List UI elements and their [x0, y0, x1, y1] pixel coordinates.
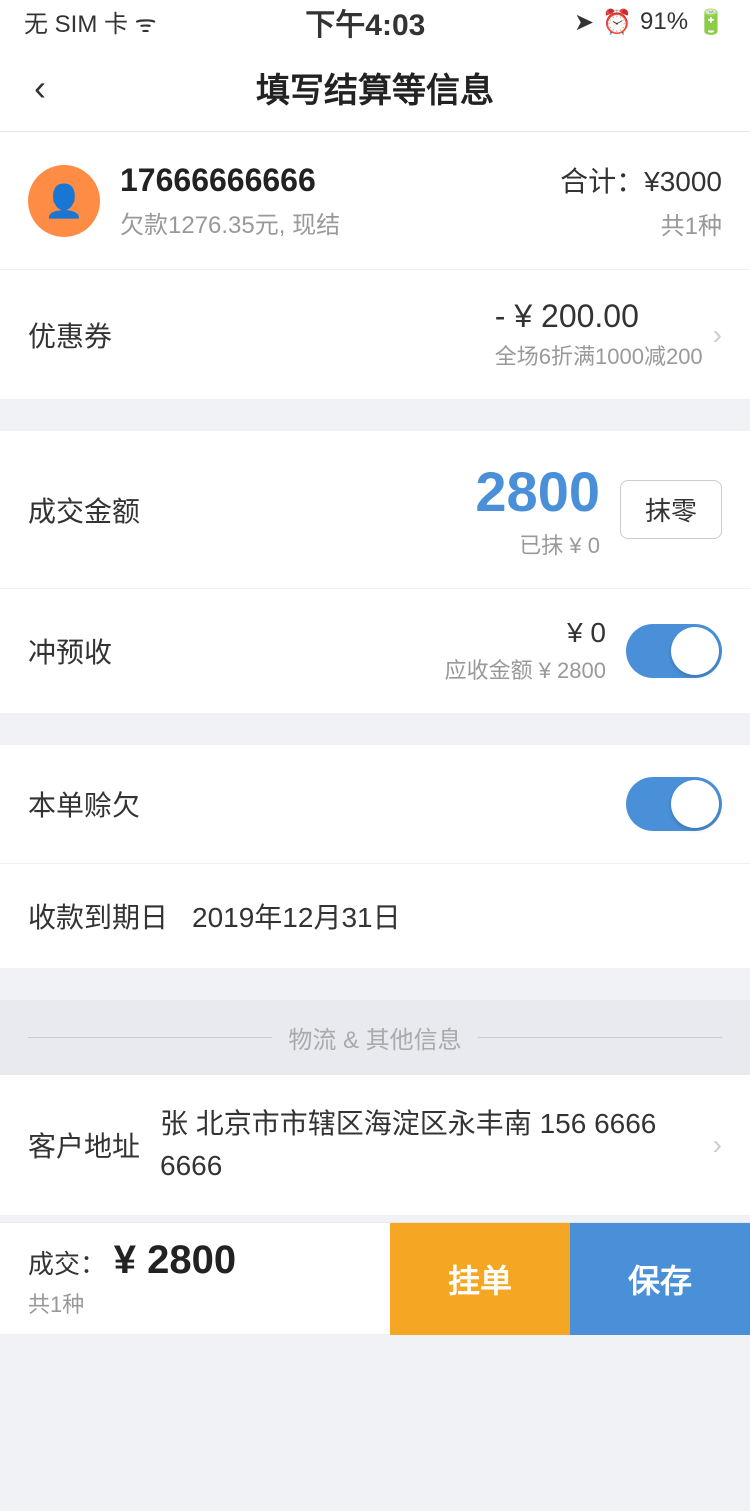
amount-row: 成交金额 2800 已抹 ¥ 0 抹零 [0, 431, 750, 588]
credit-label: 本单赊欠 [28, 784, 140, 824]
coupon-row[interactable]: 优惠券 - ¥ 200.00 全场6折满1000减200 › [0, 269, 750, 399]
header-line-right [478, 1037, 722, 1038]
prepay-right: ¥ 0 应收金额 ¥ 2800 [445, 617, 722, 685]
amount-label: 成交金额 [28, 490, 140, 530]
sim-label: 无 SIM 卡 ᯤ [24, 4, 157, 40]
status-time: 下午4:03 [305, 0, 425, 44]
status-bar: 无 SIM 卡 ᯤ 下午4:03 ➤ ⏰ 91% 🔋 [0, 0, 750, 44]
credit-toggle-knob [671, 780, 719, 828]
hang-button[interactable]: 挂单 [390, 1223, 570, 1335]
back-button[interactable]: ‹ [24, 57, 56, 119]
prepay-label: 冲预收 [28, 631, 112, 671]
amount-value: 2800 [475, 459, 600, 524]
credit-row: 本单赊欠 [0, 745, 750, 863]
prepay-sub: 应收金额 ¥ 2800 [445, 653, 606, 685]
divider-1 [0, 415, 750, 431]
amount-sub: 已抹 ¥ 0 [475, 528, 600, 560]
avatar: 👤 [28, 165, 100, 237]
address-label: 客户地址 [28, 1125, 140, 1165]
customer-info-card: 👤 17666666666 欠款1276.35元, 现结 合计：¥3000 共1… [0, 132, 750, 399]
customer-total: 合计：¥3000 [560, 160, 722, 200]
footer-deal-row: 成交： ¥ 2800 [28, 1238, 362, 1283]
logistics-header: 物流 & 其他信息 [0, 1000, 750, 1075]
customer-right: 合计：¥3000 共1种 [560, 160, 722, 241]
footer-info: 成交： ¥ 2800 共1种 [0, 1238, 390, 1319]
prepay-row: 冲预收 ¥ 0 应收金额 ¥ 2800 [0, 588, 750, 713]
footer: 成交： ¥ 2800 共1种 挂单 保存 [0, 1222, 750, 1334]
page-title: 填写结算等信息 [256, 63, 494, 112]
credit-card: 本单赊欠 收款到期日 2019年12月31日 [0, 745, 750, 968]
prepay-amount: ¥ 0 [445, 617, 606, 649]
alarm-icon: ⏰ [602, 8, 632, 37]
avatar-icon: 👤 [44, 182, 84, 220]
prepay-toggle[interactable] [626, 624, 722, 678]
location-icon: ➤ [574, 8, 594, 37]
coupon-label: 优惠券 [28, 315, 112, 355]
address-value: 张 北京市市辖区海淀区永丰南 156 6666 6666 [160, 1103, 713, 1187]
footer-amount: ¥ 2800 [114, 1238, 236, 1282]
credit-toggle[interactable] [626, 777, 722, 831]
status-right: ➤ ⏰ 91% 🔋 [574, 8, 726, 37]
chevron-right-icon: › [713, 319, 722, 351]
logistics-header-text: 物流 & 其他信息 [288, 1020, 461, 1055]
duedate-value: 2019年12月31日 [192, 896, 401, 936]
coupon-discount: - ¥ 200.00 [495, 298, 703, 335]
address-chevron-icon: › [713, 1129, 722, 1161]
footer-count: 共1种 [28, 1287, 362, 1319]
coupon-desc: 全场6折满1000减200 [495, 339, 703, 371]
customer-info: 17666666666 欠款1276.35元, 现结 [120, 162, 340, 240]
duedate-row: 收款到期日 2019年12月31日 [0, 863, 750, 968]
battery-label: 91% [640, 8, 688, 36]
coupon-right: - ¥ 200.00 全场6折满1000减200 › [495, 298, 722, 371]
customer-row: 👤 17666666666 欠款1276.35元, 现结 合计：¥3000 共1… [0, 132, 750, 269]
footer-deal-label: 成交： [28, 1249, 106, 1279]
divider-2 [0, 729, 750, 745]
battery-icon: 🔋 [696, 8, 726, 37]
nav-bar: ‹ 填写结算等信息 [0, 44, 750, 132]
duedate-label: 收款到期日 [28, 896, 168, 936]
customer-phone: 17666666666 [120, 162, 340, 199]
address-card: 客户地址 张 北京市市辖区海淀区永丰南 156 6666 6666 › [0, 1075, 750, 1215]
amount-info: 2800 已抹 ¥ 0 [475, 459, 600, 560]
divider-3 [0, 984, 750, 1000]
header-line-left [28, 1037, 272, 1038]
status-left: 无 SIM 卡 ᯤ [24, 4, 157, 40]
customer-debt: 欠款1276.35元, 现结 [120, 205, 340, 240]
customer-left: 👤 17666666666 欠款1276.35元, 现结 [28, 162, 340, 240]
amount-card: 成交金额 2800 已抹 ¥ 0 抹零 冲预收 ¥ 0 应收金额 ¥ 2800 [0, 431, 750, 713]
address-row[interactable]: 客户地址 张 北京市市辖区海淀区永丰南 156 6666 6666 › [0, 1075, 750, 1215]
customer-count: 共1种 [560, 206, 722, 241]
toggle-knob [671, 627, 719, 675]
amount-right: 2800 已抹 ¥ 0 抹零 [475, 459, 722, 560]
round-button[interactable]: 抹零 [620, 480, 722, 539]
coupon-info: - ¥ 200.00 全场6折满1000减200 [495, 298, 703, 371]
prepay-values: ¥ 0 应收金额 ¥ 2800 [445, 617, 606, 685]
save-button[interactable]: 保存 [570, 1223, 750, 1335]
